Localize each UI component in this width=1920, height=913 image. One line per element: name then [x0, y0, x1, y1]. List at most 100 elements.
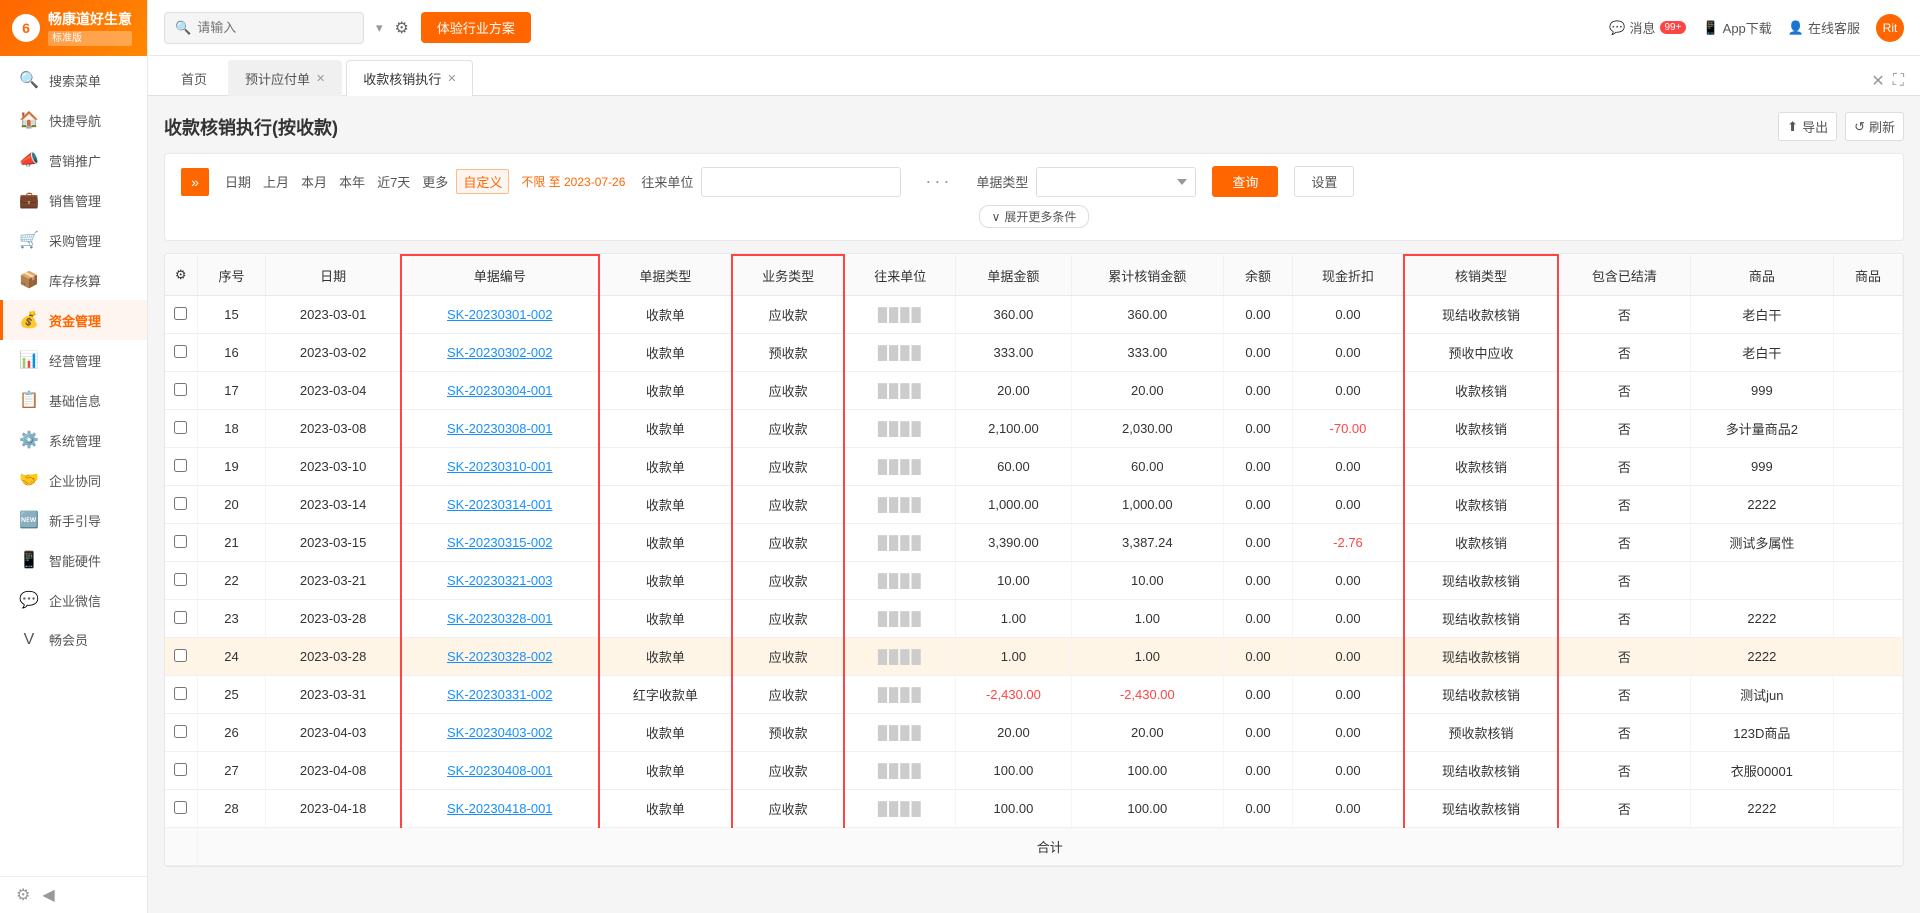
sidebar-item-wechat[interactable]: 💬企业微信 [0, 580, 147, 620]
sidebar-item-finance[interactable]: 💰资金管理 [0, 300, 147, 340]
order-no-link[interactable]: SK-20230328-001 [447, 611, 553, 626]
col-settings-header[interactable]: ⚙ [165, 255, 197, 296]
query-button[interactable]: 查询 [1212, 166, 1278, 197]
table-settings-icon[interactable]: ⚙ [175, 267, 187, 282]
close-tab-icon[interactable]: ✕ [1871, 71, 1884, 91]
cell-checkbox[interactable] [165, 790, 197, 828]
topbar-search-box[interactable]: 🔍 [164, 12, 364, 44]
search-input[interactable] [197, 20, 353, 35]
order-no-link[interactable]: SK-20230418-001 [447, 801, 553, 816]
cell-checkbox[interactable] [165, 296, 197, 334]
gear-icon[interactable]: ⚙ [395, 18, 409, 38]
cell-counterparty: ████ [844, 296, 955, 334]
order-no-link[interactable]: SK-20230328-002 [447, 649, 553, 664]
row-checkbox[interactable] [174, 687, 187, 700]
cell-product2 [1833, 524, 1902, 562]
sidebar-item-search[interactable]: 🔍搜索菜单 [0, 60, 147, 100]
cell-balance: 0.00 [1224, 448, 1293, 486]
sidebar-item-sales[interactable]: 💼销售管理 [0, 180, 147, 220]
this-month-btn[interactable]: 本月 [297, 170, 331, 193]
cell-checkbox[interactable] [165, 334, 197, 372]
sidebar-item-hardware[interactable]: 📱智能硬件 [0, 540, 147, 580]
cell-checkbox[interactable] [165, 448, 197, 486]
row-checkbox[interactable] [174, 573, 187, 586]
maximize-tab-icon[interactable]: ⛶ [1893, 72, 1904, 90]
sidebar-item-purchase[interactable]: 🛒采购管理 [0, 220, 147, 260]
order-no-link[interactable]: SK-20230302-002 [447, 345, 553, 360]
row-checkbox[interactable] [174, 459, 187, 472]
sidebar-item-operation[interactable]: 📊经营管理 [0, 340, 147, 380]
sidebar-item-quicknav[interactable]: 🏠快捷导航 [0, 100, 147, 140]
messages-action[interactable]: 💬 消息 99+ [1609, 18, 1686, 37]
row-checkbox[interactable] [174, 763, 187, 776]
close-tab-prepay[interactable]: ✕ [316, 72, 325, 85]
cell-no: 26 [197, 714, 266, 752]
solution-button[interactable]: 体验行业方案 [421, 12, 531, 43]
avatar[interactable]: Rit [1876, 14, 1904, 42]
counterparty-input[interactable] [701, 167, 901, 197]
cell-checkbox[interactable] [165, 562, 197, 600]
settings-filter-button[interactable]: 设置 [1294, 166, 1354, 197]
row-checkbox[interactable] [174, 421, 187, 434]
sidebar-item-system[interactable]: ⚙️系统管理 [0, 420, 147, 460]
order-no-link[interactable]: SK-20230321-003 [447, 573, 553, 588]
custom-date-btn[interactable]: 自定义 [456, 169, 509, 194]
sidebar-item-member[interactable]: V畅会员 [0, 620, 147, 659]
cell-checkbox[interactable] [165, 372, 197, 410]
sidebar-item-inventory[interactable]: 📦库存核算 [0, 260, 147, 300]
cell-order-type: 红字收款单 [599, 676, 732, 714]
sidebar-item-guide[interactable]: 🆕新手引导 [0, 500, 147, 540]
tab-prepay[interactable]: 预计应付单✕ [228, 60, 342, 96]
row-checkbox[interactable] [174, 725, 187, 738]
cell-checkbox[interactable] [165, 410, 197, 448]
row-checkbox[interactable] [174, 383, 187, 396]
table-row: 22 2023-03-21 SK-20230321-003 收款单 应收款 ██… [165, 562, 1903, 600]
service-action[interactable]: 👤 在线客服 [1788, 18, 1860, 37]
app-download-action[interactable]: 📱 App下载 [1702, 18, 1771, 37]
sidebar-item-company[interactable]: 🤝企业协同 [0, 460, 147, 500]
order-no-link[interactable]: SK-20230301-002 [447, 307, 553, 322]
row-checkbox[interactable] [174, 307, 187, 320]
export-button[interactable]: ⬆ 导出 [1778, 112, 1837, 141]
cell-checkbox[interactable] [165, 486, 197, 524]
sidebar-item-basic[interactable]: 📋基础信息 [0, 380, 147, 420]
order-no-link[interactable]: SK-20230331-002 [447, 687, 553, 702]
row-checkbox[interactable] [174, 535, 187, 548]
close-tab-collection[interactable]: ✕ [447, 72, 456, 85]
dropdown-arrow-icon[interactable]: ▾ [376, 20, 383, 36]
cell-checkbox[interactable] [165, 714, 197, 752]
order-no-link[interactable]: SK-20230304-001 [447, 383, 553, 398]
refresh-button[interactable]: ↺ 刷新 [1845, 112, 1904, 141]
expand-more-button[interactable]: ∨ 展开更多条件 [979, 205, 1090, 228]
cell-checkbox[interactable] [165, 752, 197, 790]
receipt-type-select[interactable] [1036, 167, 1196, 197]
tab-collection[interactable]: 收款核销执行✕ [346, 60, 473, 96]
cell-checkbox[interactable] [165, 524, 197, 562]
cell-order-no: SK-20230403-002 [401, 714, 599, 752]
col-cancel-amount-header: 累计核销金额 [1071, 255, 1223, 296]
cell-checkbox[interactable] [165, 676, 197, 714]
last-month-btn[interactable]: 上月 [259, 170, 293, 193]
cell-order-no: SK-20230308-001 [401, 410, 599, 448]
sidebar-item-marketing[interactable]: 📣营销推广 [0, 140, 147, 180]
tab-home[interactable]: 首页 [164, 60, 224, 96]
order-no-link[interactable]: SK-20230310-001 [447, 459, 553, 474]
row-checkbox[interactable] [174, 611, 187, 624]
settings-bottom-icon[interactable]: ⚙ [16, 885, 30, 905]
this-year-btn[interactable]: 本年 [335, 170, 369, 193]
collapse-icon[interactable]: ◀ [42, 885, 54, 905]
last7-btn[interactable]: 近7天 [373, 170, 414, 193]
row-checkbox[interactable] [174, 345, 187, 358]
row-checkbox[interactable] [174, 649, 187, 662]
row-checkbox[interactable] [174, 801, 187, 814]
order-no-link[interactable]: SK-20230315-002 [447, 535, 553, 550]
order-no-link[interactable]: SK-20230314-001 [447, 497, 553, 512]
row-checkbox[interactable] [174, 497, 187, 510]
cell-checkbox[interactable] [165, 600, 197, 638]
more-dates-btn[interactable]: 更多 [418, 170, 452, 193]
order-no-link[interactable]: SK-20230308-001 [447, 421, 553, 436]
cell-checkbox[interactable] [165, 638, 197, 676]
order-no-link[interactable]: SK-20230403-002 [447, 725, 553, 740]
order-no-link[interactable]: SK-20230408-001 [447, 763, 553, 778]
filter-expand-button[interactable]: » [181, 168, 209, 196]
